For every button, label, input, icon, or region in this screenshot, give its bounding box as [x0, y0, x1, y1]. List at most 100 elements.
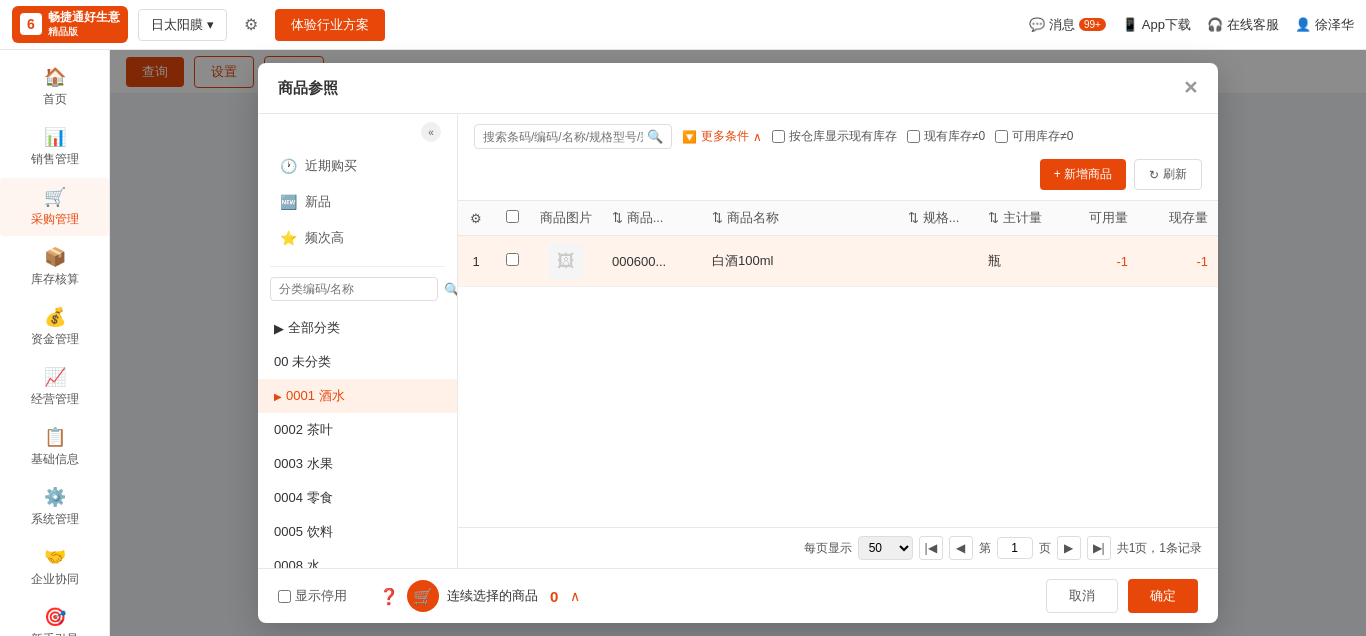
- sidebar-item-system[interactable]: ⚙️ 系统管理: [0, 478, 109, 536]
- sidebar-label-inventory: 库存核算: [31, 271, 79, 288]
- show-disabled-label[interactable]: 显示停用: [278, 587, 347, 605]
- category-item-0004[interactable]: 0004 零食: [258, 481, 457, 515]
- sort-spec-icon: ⇅: [908, 210, 919, 225]
- app-download-item[interactable]: 📱 App下载: [1122, 16, 1191, 34]
- table-header-row: ⚙ 商品图片: [458, 201, 1218, 236]
- col-header-stock: 现存量: [1138, 201, 1218, 236]
- per-page-label: 每页显示: [804, 540, 852, 557]
- basic-icon: 📋: [44, 426, 66, 448]
- dropdown-arrow-icon: ▾: [207, 17, 214, 32]
- page-label: 第: [979, 540, 991, 557]
- divider: [270, 266, 445, 267]
- modal-footer: 显示停用 ❓ 🛒 连续选择的商品 0 ∧ 取消 确定: [258, 568, 1218, 623]
- footer-collapse-icon[interactable]: ∧: [570, 588, 580, 604]
- row-name: 白酒100ml: [702, 236, 898, 287]
- cancel-btn[interactable]: 取消: [1046, 579, 1118, 613]
- sidebar: 🏠 首页 📊 销售管理 🛒 采购管理 📦 库存核算 💰 资金管理 📈 经营管理 …: [0, 50, 110, 636]
- sort-icon: ⇅: [612, 210, 623, 225]
- category-search-icon[interactable]: 🔍: [444, 282, 458, 297]
- settings-col-icon[interactable]: ⚙: [470, 211, 482, 226]
- tab-new-products[interactable]: 🆕 新品: [270, 186, 445, 218]
- modal-overlay: 商品参照 ✕ « 🕐 近期购买: [110, 50, 1366, 636]
- tab-new-label: 新品: [305, 193, 331, 211]
- category-label-0003: 0003 水果: [274, 455, 333, 473]
- category-item-0005[interactable]: 0005 饮料: [258, 515, 457, 549]
- modal-close-icon[interactable]: ✕: [1183, 77, 1198, 99]
- user-item[interactable]: 👤 徐泽华: [1295, 16, 1354, 34]
- collapse-left-btn[interactable]: «: [421, 122, 441, 142]
- select-all-checkbox[interactable]: [506, 210, 519, 223]
- category-item-0002[interactable]: 0002 茶叶: [258, 413, 457, 447]
- sidebar-item-sales[interactable]: 📊 销售管理: [0, 118, 109, 176]
- checkbox-stock-nonzero-input[interactable]: [907, 130, 920, 143]
- search-icon[interactable]: 🔍: [647, 129, 663, 144]
- row-available: -1: [1058, 236, 1138, 287]
- right-panel: 🔍 🔽 更多条件 ∧ 按仓库显示现有库存: [458, 114, 1218, 568]
- tab-frequent-label: 频次高: [305, 229, 344, 247]
- row-checkbox[interactable]: [506, 253, 519, 266]
- purchase-icon: 🛒: [44, 186, 66, 208]
- category-item-0008[interactable]: 0008 水: [258, 549, 457, 568]
- sidebar-item-operation[interactable]: 📈 经营管理: [0, 358, 109, 416]
- sidebar-item-cooperation[interactable]: 🤝 企业协同: [0, 538, 109, 596]
- add-product-btn[interactable]: + 新增商品: [1040, 159, 1126, 190]
- footer-right: 取消 确定: [1046, 579, 1198, 613]
- cart-icon[interactable]: 🛒: [407, 580, 439, 612]
- table-toolbar: 🔍 🔽 更多条件 ∧ 按仓库显示现有库存: [458, 114, 1218, 201]
- store-dropdown[interactable]: 日太阳膜 ▾: [138, 9, 227, 41]
- refresh-icon: ↻: [1149, 168, 1159, 182]
- checkbox-available-nonzero-input[interactable]: [995, 130, 1008, 143]
- operation-icon: 📈: [44, 366, 66, 388]
- category-all[interactable]: ▶ 全部分类: [258, 311, 457, 345]
- next-page-btn[interactable]: ▶: [1057, 536, 1081, 560]
- messages-item[interactable]: 💬 消息 99+: [1029, 16, 1106, 34]
- sidebar-label-finance: 资金管理: [31, 331, 79, 348]
- modal-header: 商品参照 ✕: [258, 63, 1218, 114]
- checkbox-by-warehouse[interactable]: 按仓库显示现有库存: [772, 128, 897, 145]
- category-search-input[interactable]: [270, 277, 438, 301]
- per-page-select[interactable]: 50 10 20 100: [858, 536, 913, 560]
- first-page-btn[interactable]: |◀: [919, 536, 943, 560]
- nav-right-area: 💬 消息 99+ 📱 App下载 🎧 在线客服 👤 徐泽华: [1029, 16, 1354, 34]
- more-filter-btn[interactable]: 🔽 更多条件 ∧: [682, 128, 762, 145]
- tab-recent-purchase[interactable]: 🕐 近期购买: [270, 150, 445, 182]
- checkbox-available-nonzero-label: 可用库存≠0: [1012, 128, 1073, 145]
- category-list: ▶ 全部分类 00 未分类 ▶ 0001 酒水 0002 茶: [258, 307, 457, 568]
- show-disabled-checkbox[interactable]: [278, 590, 291, 603]
- refresh-btn[interactable]: ↻ 刷新: [1134, 159, 1202, 190]
- category-item-0003[interactable]: 0003 水果: [258, 447, 457, 481]
- confirm-btn[interactable]: 确定: [1128, 579, 1198, 613]
- checkbox-stock-nonzero-label: 现有库存≠0: [924, 128, 985, 145]
- sidebar-label-operation: 经营管理: [31, 391, 79, 408]
- help-icon[interactable]: ❓: [379, 587, 399, 606]
- sidebar-item-basic[interactable]: 📋 基础信息: [0, 418, 109, 476]
- checkbox-stock-nonzero[interactable]: 现有库存≠0: [907, 128, 985, 145]
- col-code-label: 商品...: [627, 210, 664, 225]
- current-page-input[interactable]: [997, 537, 1033, 559]
- message-badge: 99+: [1079, 18, 1106, 31]
- prev-page-btn[interactable]: ◀: [949, 536, 973, 560]
- guide-icon: 🎯: [44, 606, 66, 628]
- table-row[interactable]: 1 🖼 000600... 白酒100ml: [458, 236, 1218, 287]
- category-item-0001[interactable]: ▶ 0001 酒水: [258, 379, 457, 413]
- checkbox-by-warehouse-input[interactable]: [772, 130, 785, 143]
- row-spec: [898, 236, 978, 287]
- settings-icon[interactable]: ⚙: [237, 11, 265, 39]
- sidebar-item-finance[interactable]: 💰 资金管理: [0, 298, 109, 356]
- main-content: 查询 设置 刷新 商品参照 ✕ «: [110, 50, 1366, 636]
- category-item-00[interactable]: 00 未分类: [258, 345, 457, 379]
- trial-btn[interactable]: 体验行业方案: [275, 9, 385, 41]
- sidebar-item-guide[interactable]: 🎯 新手引导: [0, 598, 109, 636]
- sidebar-item-home[interactable]: 🏠 首页: [0, 58, 109, 116]
- row-code: 000600...: [602, 236, 702, 287]
- sidebar-item-inventory[interactable]: 📦 库存核算: [0, 238, 109, 296]
- sidebar-item-purchase[interactable]: 🛒 采购管理: [0, 178, 109, 236]
- product-search-input[interactable]: [483, 130, 643, 144]
- total-info: 共1页，1条记录: [1117, 540, 1202, 557]
- checkbox-available-nonzero[interactable]: 可用库存≠0: [995, 128, 1073, 145]
- row-check[interactable]: [494, 236, 530, 287]
- tab-frequent[interactable]: ⭐ 频次高: [270, 222, 445, 254]
- online-service-item[interactable]: 🎧 在线客服: [1207, 16, 1279, 34]
- last-page-btn[interactable]: ▶|: [1087, 536, 1111, 560]
- username-label: 徐泽华: [1315, 16, 1354, 34]
